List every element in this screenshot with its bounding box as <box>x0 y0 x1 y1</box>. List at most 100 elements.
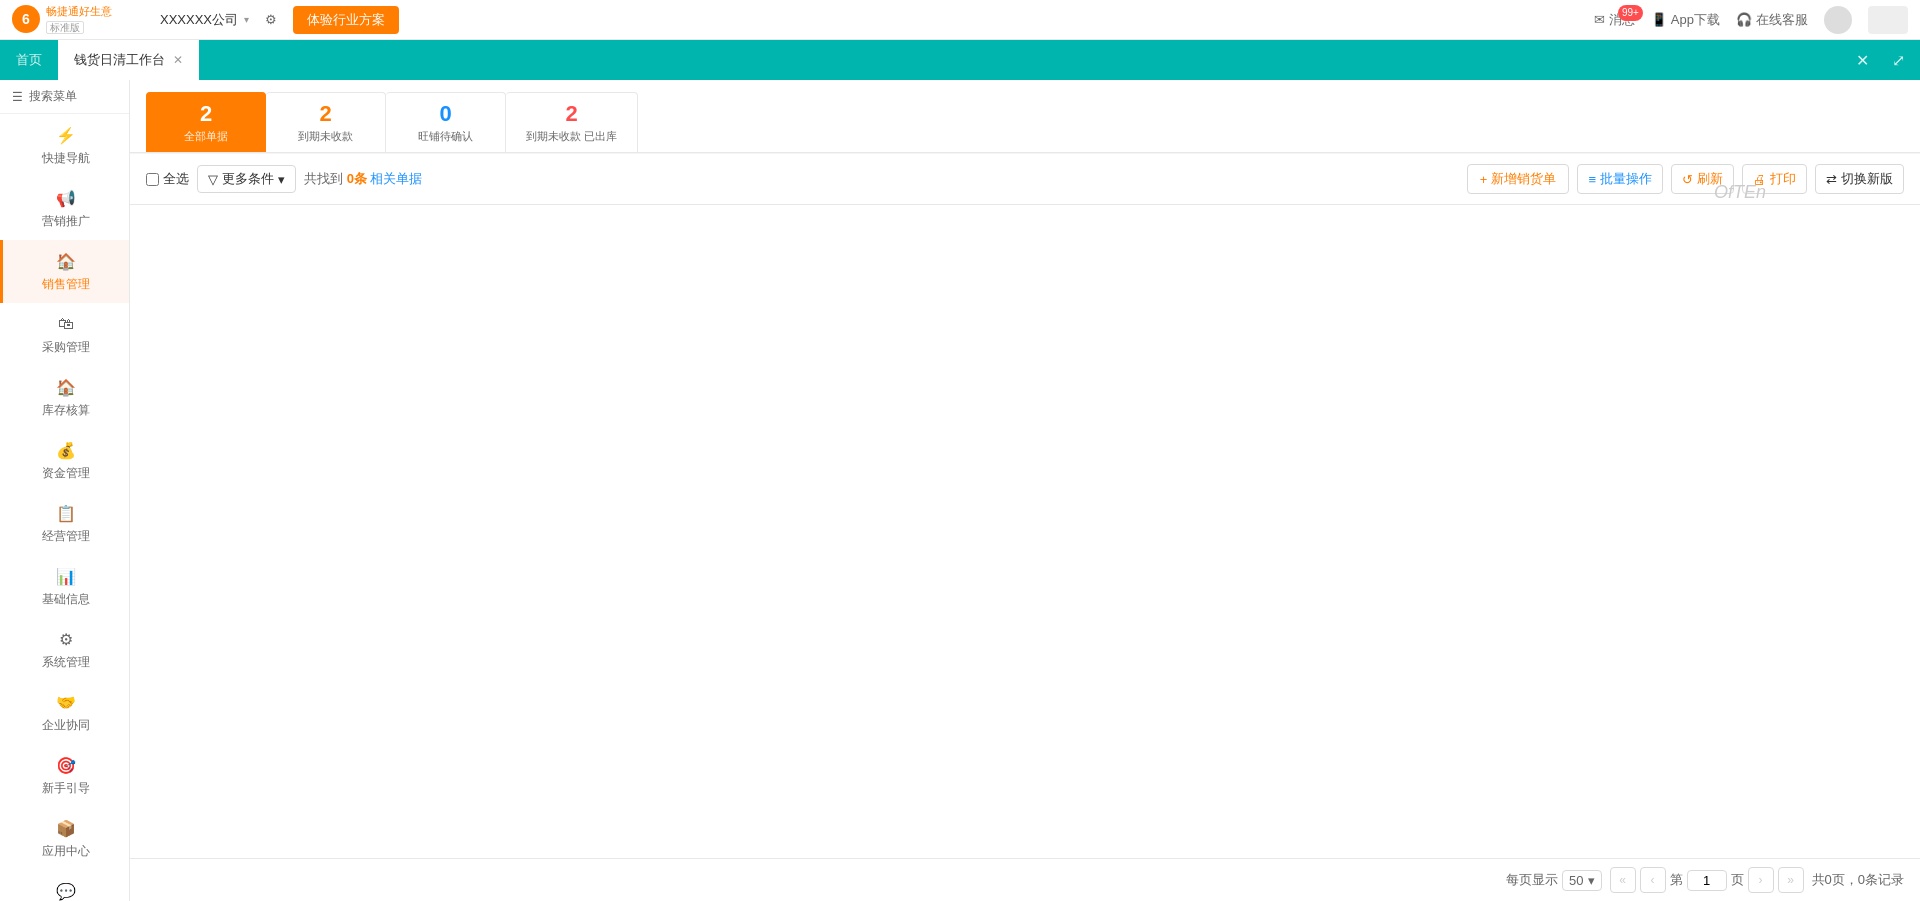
filter-label: 更多条件 <box>222 170 274 188</box>
page-size-select[interactable]: 50 ▾ <box>1562 870 1601 891</box>
stat-tab-all[interactable]: 2 全部单据 <box>146 92 266 152</box>
sidebar-search-label: 搜索菜单 <box>29 88 77 105</box>
found-count: 0条 <box>347 171 367 186</box>
search-icon: ☰ <box>12 90 23 104</box>
sidebar-item-wechat[interactable]: 💬 企业微信 <box>0 870 129 901</box>
sidebar-item-basic-info[interactable]: 📊 基础信息 <box>0 555 129 618</box>
top-header: 6 畅捷通好生意 标准版 XXXXXX公司 ▾ ⚙ 体验行业方案 ✉ 消息 99… <box>0 0 1920 40</box>
avatar[interactable] <box>1824 6 1852 34</box>
message-button[interactable]: ✉ 消息 99+ <box>1594 11 1635 29</box>
batch-icon: ≡ <box>1588 172 1596 187</box>
online-service-button[interactable]: 🎧 在线客服 <box>1736 11 1808 29</box>
add-sale-button[interactable]: + 新增销货单 <box>1467 164 1570 194</box>
tab-home[interactable]: 首页 <box>0 40 58 80</box>
tab-workbench[interactable]: 钱货日清工作台 ✕ <box>58 40 199 80</box>
gear-button[interactable]: ⚙ <box>257 6 285 34</box>
app-download-button[interactable]: 📱 App下载 <box>1651 11 1720 29</box>
next-page-button[interactable]: › <box>1748 867 1774 893</box>
chevron-down-icon: ▾ <box>244 14 249 25</box>
tab-bar: 首页 钱货日清工作台 ✕ ✕ ⤢ <box>0 40 1920 80</box>
pagination-bar: 每页显示 50 ▾ « ‹ 第 页 › » 共0页，0条记录 <box>130 858 1920 901</box>
add-icon: + <box>1480 172 1488 187</box>
online-service-label: 在线客服 <box>1756 11 1808 29</box>
sidebar-item-purchase[interactable]: 🛍 采购管理 <box>0 303 129 366</box>
logo-area: 6 畅捷通好生意 标准版 <box>12 4 142 34</box>
tab-bar-actions: ✕ ⤢ <box>1840 40 1920 80</box>
switch-version-button[interactable]: ⇄ 切换新版 <box>1815 164 1904 194</box>
tab-home-label: 首页 <box>16 51 42 69</box>
main-layout: ☰ 搜索菜单 ⚡ 快捷导航 📢 营销推广 🏠 销售管理 🛍 采购管理 🏠 库存核… <box>0 80 1920 901</box>
tab-close-all-button[interactable]: ✕ <box>1848 46 1876 74</box>
total-text: 共0页，0条记录 <box>1812 871 1904 889</box>
related-link[interactable]: 相关单据 <box>370 171 422 186</box>
wechat-icon: 💬 <box>55 880 77 901</box>
system-icon: ⚙ <box>55 628 77 650</box>
stat-number-overdue: 2 <box>286 101 365 127</box>
stat-number-shipped: 2 <box>526 101 617 127</box>
sidebar-item-marketing[interactable]: 📢 营销推广 <box>0 177 129 240</box>
sidebar-search[interactable]: ☰ 搜索菜单 <box>0 80 129 114</box>
gear-icon: ⚙ <box>265 12 277 27</box>
company-name: XXXXXX公司 <box>160 11 238 29</box>
sidebar-item-sales[interactable]: 🏠 销售管理 <box>0 240 129 303</box>
stat-tab-shipped[interactable]: 2 到期未收款 已出库 <box>506 92 638 152</box>
page-nav: « ‹ 第 页 › » <box>1610 867 1804 893</box>
stat-number-all: 2 <box>167 101 245 127</box>
sidebar-item-label: 企业协同 <box>42 717 90 734</box>
sidebar-item-label: 经营管理 <box>42 528 90 545</box>
marketing-icon: 📢 <box>55 187 77 209</box>
trial-button[interactable]: 体验行业方案 <box>293 6 399 34</box>
company-selector[interactable]: XXXXXX公司 ▾ <box>152 7 257 33</box>
tab-close-icon[interactable]: ✕ <box>173 53 183 67</box>
stat-tab-overdue[interactable]: 2 到期未收款 <box>266 92 386 152</box>
sidebar-item-label: 快捷导航 <box>42 150 90 167</box>
select-all-checkbox[interactable]: 全选 <box>146 170 189 188</box>
sidebar-item-finance[interactable]: 💰 资金管理 <box>0 429 129 492</box>
filter-button[interactable]: ▽ 更多条件 ▾ <box>197 165 296 193</box>
stat-label-shipped: 到期未收款 已出库 <box>526 129 617 144</box>
sidebar-item-inventory[interactable]: 🏠 库存核算 <box>0 366 129 429</box>
stat-label-overdue: 到期未收款 <box>286 129 365 144</box>
refresh-label: 刷新 <box>1697 170 1723 188</box>
sidebar-item-system[interactable]: ⚙ 系统管理 <box>0 618 129 681</box>
header-right: ✉ 消息 99+ 📱 App下载 🎧 在线客服 <box>1594 6 1908 34</box>
page-prefix: 第 <box>1670 871 1683 889</box>
batch-label: 批量操作 <box>1600 170 1652 188</box>
refresh-icon: ↺ <box>1682 172 1693 187</box>
toolbar-left: 全选 ▽ 更多条件 ▾ 共找到 0条 相关单据 <box>146 165 1459 193</box>
message-icon: ✉ <box>1594 12 1605 27</box>
inventory-icon: 🏠 <box>55 376 77 398</box>
page-input[interactable] <box>1687 870 1727 891</box>
batch-button[interactable]: ≡ 批量操作 <box>1577 164 1663 194</box>
per-page-label: 每页显示 <box>1506 871 1558 889</box>
last-page-button[interactable]: » <box>1778 867 1804 893</box>
sidebar-item-operations[interactable]: 📋 经营管理 <box>0 492 129 555</box>
print-button[interactable]: 🖨 打印 <box>1742 164 1807 194</box>
tab-expand-button[interactable]: ⤢ <box>1884 46 1912 74</box>
first-page-button[interactable]: « <box>1610 867 1636 893</box>
select-all-input[interactable] <box>146 173 159 186</box>
page-size-chevron-icon: ▾ <box>1588 873 1595 888</box>
stats-tabs: 2 全部单据 2 到期未收款 0 旺铺待确认 2 到期未收款 已出库 <box>130 80 1920 153</box>
prev-page-button[interactable]: ‹ <box>1640 867 1666 893</box>
sidebar-item-label: 资金管理 <box>42 465 90 482</box>
table-area <box>130 205 1920 858</box>
operations-icon: 📋 <box>55 502 77 524</box>
logo-text: 畅捷通好生意 <box>46 4 112 18</box>
stat-label-pending: 旺铺待确认 <box>406 129 485 144</box>
sidebar-item-enterprise[interactable]: 🤝 企业协同 <box>0 681 129 744</box>
toolbar: 全选 ▽ 更多条件 ▾ 共找到 0条 相关单据 + 新增销货单 ≡ <box>130 154 1920 205</box>
sidebar-item-quick-nav[interactable]: ⚡ 快捷导航 <box>0 114 129 177</box>
stat-tab-pending[interactable]: 0 旺铺待确认 <box>386 92 506 152</box>
filter-chevron-icon: ▾ <box>278 172 285 187</box>
enterprise-icon: 🤝 <box>55 691 77 713</box>
sidebar-item-guide[interactable]: 🎯 新手引导 <box>0 744 129 807</box>
purchase-icon: 🛍 <box>55 313 77 335</box>
basic-info-icon: 📊 <box>55 565 77 587</box>
page-suffix: 页 <box>1731 871 1744 889</box>
logo-tag: 标准版 <box>46 21 84 34</box>
refresh-button[interactable]: ↺ 刷新 <box>1671 164 1734 194</box>
stat-label-all: 全部单据 <box>167 129 245 144</box>
sidebar-item-app-center[interactable]: 📦 应用中心 <box>0 807 129 870</box>
avatar-extra <box>1868 6 1908 34</box>
